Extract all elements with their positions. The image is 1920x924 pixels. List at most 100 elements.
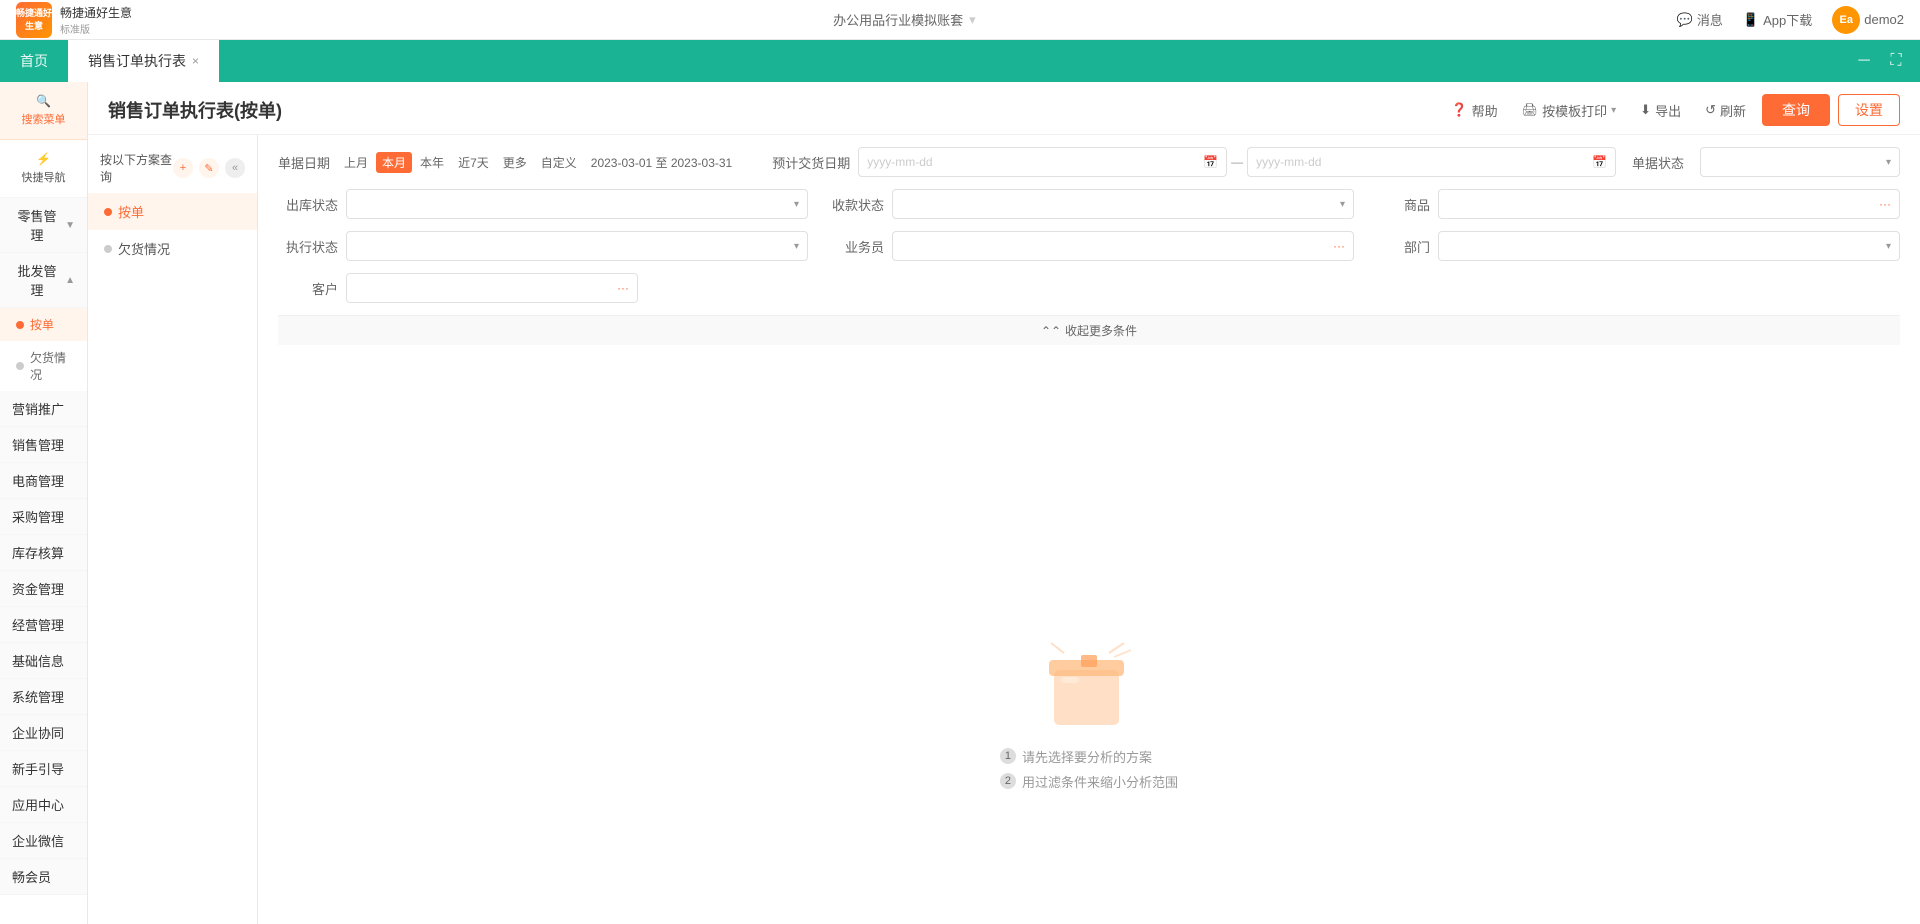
delivery-date-start[interactable]: yyyy-mm-dd 📅 [858, 147, 1227, 177]
help-icon: ❓ [1451, 102, 1467, 118]
inactive-dot [16, 362, 24, 370]
filter-sidebar: 按以下方案查询 + ✎ « [88, 135, 258, 924]
help-label: 帮助 [1472, 101, 1498, 120]
scheme-item-按单[interactable]: 按单 [88, 193, 257, 230]
sidebar-sub-item-欠货情况[interactable]: 欠货情况 [0, 341, 87, 391]
breadcrumb-text: 办公用品行业模拟账套 [833, 10, 963, 29]
department-label: 部门 [1370, 237, 1430, 256]
goods-more-icon[interactable]: ··· [1879, 197, 1891, 211]
settings-button[interactable]: 设置 [1838, 94, 1900, 126]
order-status-select[interactable]: ▾ [1700, 147, 1900, 177]
sidebar-item-wholesale[interactable]: 批发管理 ▲ [0, 253, 87, 308]
wechat-label: 企业微信 [12, 831, 64, 850]
enterprise-label: 企业协同 [12, 723, 64, 742]
delivery-date-start-placeholder: yyyy-mm-dd [867, 155, 932, 169]
sidebar-item-vip[interactable]: 畅会员 [0, 859, 87, 895]
sidebar-item-basic[interactable]: 基础信息 [0, 643, 87, 679]
tab-minimize-button[interactable]: ─ [1852, 49, 1876, 73]
empty-text-list: 1 请先选择要分析的方案 2 用过滤条件来缩小分析范围 [1000, 747, 1178, 791]
page-title: 销售订单执行表(按单) [108, 97, 282, 123]
period-last-month[interactable]: 上月 [338, 152, 374, 173]
period-7days[interactable]: 近7天 [452, 152, 495, 173]
app-name: 畅捷通好生意 [60, 4, 132, 21]
query-button[interactable]: 查询 [1762, 94, 1830, 126]
messages-button[interactable]: 💬 消息 [1677, 10, 1723, 29]
customer-more-icon[interactable]: ··· [617, 281, 629, 295]
header-left: 畅捷通好生意 畅捷通好生意 标准版 [16, 2, 132, 38]
sidebar-item-sales[interactable]: 销售管理 [0, 427, 87, 463]
sidebar-item-ecommerce[interactable]: 电商管理 [0, 463, 87, 499]
sidebar-item-retail[interactable]: 零售管理 ▼ [0, 198, 87, 253]
delivery-status-label: 出库状态 [278, 195, 338, 214]
salesperson-select[interactable]: ··· [892, 231, 1354, 261]
filter-row-exec: 执行状态 ▾ 业务员 ··· [278, 231, 1900, 261]
execution-status-arrow: ▾ [794, 241, 799, 252]
sidebar-item-guide[interactable]: 新手引导 [0, 751, 87, 787]
sidebar-item-finance[interactable]: 资金管理 [0, 571, 87, 607]
goods-label: 商品 [1370, 195, 1430, 214]
help-button[interactable]: ❓ 帮助 [1443, 97, 1505, 124]
tab-sales-order[interactable]: 销售订单执行表 × [68, 40, 219, 82]
page-title-bar: 销售订单执行表(按单) ❓ 帮助 🖨 按模板打印 ▾ ⬇ 导出 [88, 82, 1920, 135]
delivery-status-select[interactable]: ▾ [346, 189, 808, 219]
sales-order-tab-label: 销售订单执行表 [88, 51, 186, 71]
period-custom[interactable]: 自定义 [535, 152, 583, 173]
sidebar-item-apps[interactable]: 应用中心 [0, 787, 87, 823]
nav-tabs-right: ─ ⛶ [1840, 40, 1920, 82]
payment-status-select[interactable]: ▾ [892, 189, 1354, 219]
active-scheme-dot [104, 208, 112, 216]
operations-label: 经营管理 [12, 615, 64, 634]
filter-form-area: 单据日期 上月 本月 本年 近7天 更多 自定义 2023-03-01 至 20… [258, 135, 1920, 502]
empty-svg [1039, 635, 1139, 735]
period-this-month[interactable]: 本月 [376, 152, 412, 173]
download-icon: 📱 [1743, 12, 1759, 28]
collapse-icon: « [232, 162, 238, 174]
app-download-button[interactable]: 📱 App下载 [1743, 10, 1812, 29]
sidebar-item-operations[interactable]: 经营管理 [0, 607, 87, 643]
tab-maximize-button[interactable]: ⛶ [1884, 49, 1908, 73]
tab-close-icon[interactable]: × [192, 55, 199, 67]
order-status-arrow: ▾ [1886, 157, 1891, 168]
period-more[interactable]: 更多 [497, 152, 533, 173]
sidebar-item-enterprise[interactable]: 企业协同 [0, 715, 87, 751]
date-period-tabs: 上月 本月 本年 近7天 更多 自定义 [338, 152, 583, 173]
department-select[interactable]: ▾ [1438, 231, 1900, 261]
user-menu[interactable]: Ea demo2 [1832, 6, 1904, 34]
empty-illustration [1039, 635, 1139, 735]
date-separator: — [1231, 155, 1243, 169]
period-this-year[interactable]: 本年 [414, 152, 450, 173]
refresh-button[interactable]: ↺ 刷新 [1697, 97, 1754, 124]
delivery-date-end-placeholder: yyyy-mm-dd [1256, 155, 1321, 169]
execution-status-select[interactable]: ▾ [346, 231, 808, 261]
avatar: Ea [1832, 6, 1860, 34]
sidebar-item-quicknav[interactable]: ⚡ 快捷导航 [0, 140, 87, 198]
salesperson-more-icon[interactable]: ··· [1333, 239, 1345, 253]
expected-delivery-label: 预计交货日期 [772, 153, 850, 172]
message-icon: 💬 [1677, 12, 1693, 28]
sidebar-item-wechat[interactable]: 企业微信 [0, 823, 87, 859]
sidebar-item-search[interactable]: 🔍 搜索菜单 [0, 82, 87, 140]
collapse-filters-button[interactable]: ⌃⌃ 收起更多条件 [278, 315, 1900, 345]
sidebar-item-marketing[interactable]: 营销推广 [0, 391, 87, 427]
sidebar-item-purchase[interactable]: 采购管理 [0, 499, 87, 535]
sidebar-item-system[interactable]: 系统管理 [0, 679, 87, 715]
sidebar-item-inventory[interactable]: 库存核算 [0, 535, 87, 571]
tab-home[interactable]: 首页 [0, 40, 68, 82]
edit-scheme-button[interactable]: ✎ [199, 158, 219, 178]
app-title-area: 畅捷通好生意 标准版 [60, 4, 132, 36]
department-field: 部门 ▾ [1370, 231, 1900, 261]
scheme-item-欠货[interactable]: 欠货情况 [88, 230, 257, 267]
execution-status-label: 执行状态 [278, 237, 338, 256]
export-button[interactable]: ⬇ 导出 [1632, 97, 1689, 124]
sidebar-sub-item-按单[interactable]: 按单 [0, 308, 87, 341]
sidebar-search-label: 搜索菜单 [22, 111, 66, 127]
export-icon: ⬇ [1640, 102, 1651, 118]
basic-label: 基础信息 [12, 651, 64, 670]
print-button[interactable]: 🖨 按模板打印 ▾ [1514, 97, 1625, 124]
add-scheme-button[interactable]: + [173, 158, 193, 178]
collapse-sidebar-button[interactable]: « [225, 158, 245, 178]
delivery-date-end[interactable]: yyyy-mm-dd 📅 [1247, 147, 1616, 177]
customer-select[interactable]: ··· [346, 273, 638, 303]
sidebar-sub-按单-label: 按单 [30, 316, 54, 333]
goods-select[interactable]: ··· [1438, 189, 1900, 219]
